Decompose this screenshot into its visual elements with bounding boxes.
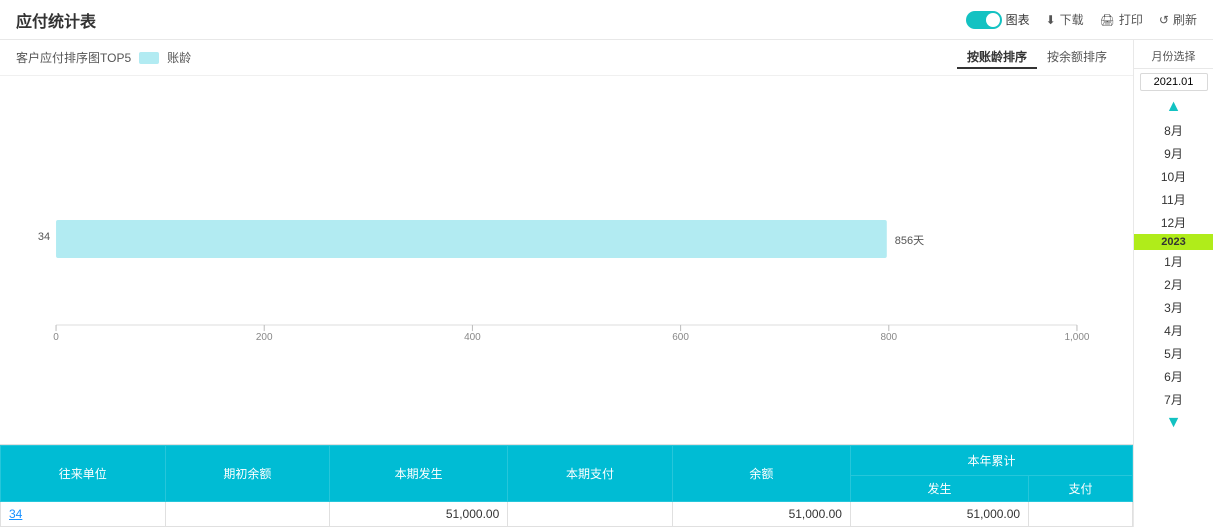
cell-ytd-occur: 51,000.00	[850, 502, 1028, 527]
sidebar-year-input[interactable]	[1140, 73, 1208, 91]
col-header-ytd: 本年累计	[850, 446, 1132, 476]
download-button[interactable]: ⬇ 下载	[1046, 11, 1084, 28]
svg-text:1,000: 1,000	[1064, 332, 1089, 343]
table-section: 往来单位 期初余额 本期发生 本期支付 余额 本年累计 发生 支付	[0, 444, 1133, 527]
sidebar-month-3[interactable]: 3月	[1134, 296, 1213, 319]
legend-box	[139, 52, 159, 64]
chart-sort-buttons: 按账龄排序 按余额排序	[957, 46, 1117, 69]
table-row: 34 51,000.00 51,000.00 51,000.00	[1, 502, 1133, 527]
cell-ytd-pay	[1029, 502, 1133, 527]
bar-days-label: 856天	[895, 235, 924, 247]
cell-balance: 51,000.00	[672, 502, 850, 527]
chart-toggle-wrap: 图表	[966, 11, 1030, 29]
sidebar-month-9[interactable]: 9月	[1134, 142, 1213, 165]
print-button[interactable]: 🖨 打印	[1100, 11, 1143, 28]
col-header-current-occur: 本期发生	[330, 446, 508, 502]
col-header-ytd-occur: 发生	[850, 476, 1028, 502]
col-header-vendor: 往来单位	[1, 446, 166, 502]
bar-chart-svg: 34 856天 0 200 400 600 800 1,000	[16, 84, 1117, 436]
cell-current-occur: 51,000.00	[330, 502, 508, 527]
chart-legend: 客户应付排序图TOP5 账龄	[16, 49, 191, 66]
main-area: 客户应付排序图TOP5 账龄 按账龄排序 按余额排序 34 856天	[0, 40, 1213, 527]
print-icon: 🖨	[1100, 13, 1115, 27]
sidebar-month-12[interactable]: 12月	[1134, 211, 1213, 234]
sidebar-month-6[interactable]: 6月	[1134, 365, 1213, 388]
table-wrapper: 往来单位 期初余额 本期发生 本期支付 余额 本年累计 发生 支付	[0, 445, 1133, 527]
chart-toggle[interactable]	[966, 11, 1002, 29]
refresh-button[interactable]: ↺ 刷新	[1159, 11, 1197, 28]
toggle-label: 图表	[1006, 11, 1030, 28]
header-actions: 图表 ⬇ 下载 🖨 打印 ↺ 刷新	[966, 11, 1197, 29]
cell-opening	[165, 502, 330, 527]
sidebar-month-2[interactable]: 2月	[1134, 273, 1213, 296]
page-title: 应付统计表	[16, 8, 96, 32]
cell-vendor: 34	[1, 502, 166, 527]
sidebar-year-2023: 2023	[1134, 234, 1213, 250]
chart-area: 34 856天 0 200 400 600 800 1,000	[0, 76, 1133, 444]
refresh-icon: ↺	[1159, 13, 1169, 27]
sidebar-up-button[interactable]: ▲	[1162, 95, 1186, 119]
sort-by-balance-button[interactable]: 按账龄排序	[957, 46, 1037, 69]
sidebar-month-5[interactable]: 5月	[1134, 342, 1213, 365]
sidebar-down-button[interactable]: ▼	[1162, 411, 1186, 435]
sidebar-month-11[interactable]: 11月	[1134, 188, 1213, 211]
sort-by-amount-button[interactable]: 按余额排序	[1037, 46, 1117, 69]
legend-box-label: 账龄	[167, 49, 191, 66]
cell-current-pay	[508, 502, 673, 527]
y-axis-label: 34	[38, 231, 50, 243]
download-icon: ⬇	[1046, 13, 1056, 27]
bar-rect	[56, 220, 887, 258]
svg-text:800: 800	[880, 332, 897, 343]
sidebar-month-10[interactable]: 10月	[1134, 165, 1213, 188]
sidebar-month-4[interactable]: 4月	[1134, 319, 1213, 342]
col-header-opening: 期初余额	[165, 446, 330, 502]
sidebar-month-8[interactable]: 8月	[1134, 119, 1213, 142]
svg-text:200: 200	[256, 332, 273, 343]
sidebar: 月份选择 ▲ 8月 9月 10月 11月 12月 2023 1月 2月 3月 4…	[1133, 40, 1213, 527]
svg-text:0: 0	[53, 332, 59, 343]
col-header-ytd-pay: 支付	[1029, 476, 1133, 502]
data-table: 往来单位 期初余额 本期发生 本期支付 余额 本年累计 发生 支付	[0, 445, 1133, 527]
sidebar-month-1[interactable]: 1月	[1134, 250, 1213, 273]
sidebar-title: 月份选择	[1134, 44, 1213, 69]
chart-controls: 客户应付排序图TOP5 账龄 按账龄排序 按余额排序	[0, 40, 1133, 76]
col-header-current-pay: 本期支付	[508, 446, 673, 502]
header: 应付统计表 图表 ⬇ 下载 🖨 打印 ↺ 刷新	[0, 0, 1213, 40]
app-container: 应付统计表 图表 ⬇ 下载 🖨 打印 ↺ 刷新	[0, 0, 1213, 527]
table-header-row: 往来单位 期初余额 本期发生 本期支付 余额 本年累计	[1, 446, 1133, 476]
svg-text:400: 400	[464, 332, 481, 343]
vendor-link[interactable]: 34	[9, 507, 22, 521]
svg-text:600: 600	[672, 332, 689, 343]
sidebar-month-list: 8月 9月 10月 11月 12月 2023 1月 2月 3月 4月 5月 6月…	[1134, 119, 1213, 411]
chart-section: 客户应付排序图TOP5 账龄 按账龄排序 按余额排序 34 856天	[0, 40, 1133, 527]
sidebar-month-7[interactable]: 7月	[1134, 388, 1213, 411]
legend-label: 客户应付排序图TOP5	[16, 49, 131, 66]
col-header-balance: 余额	[672, 446, 850, 502]
